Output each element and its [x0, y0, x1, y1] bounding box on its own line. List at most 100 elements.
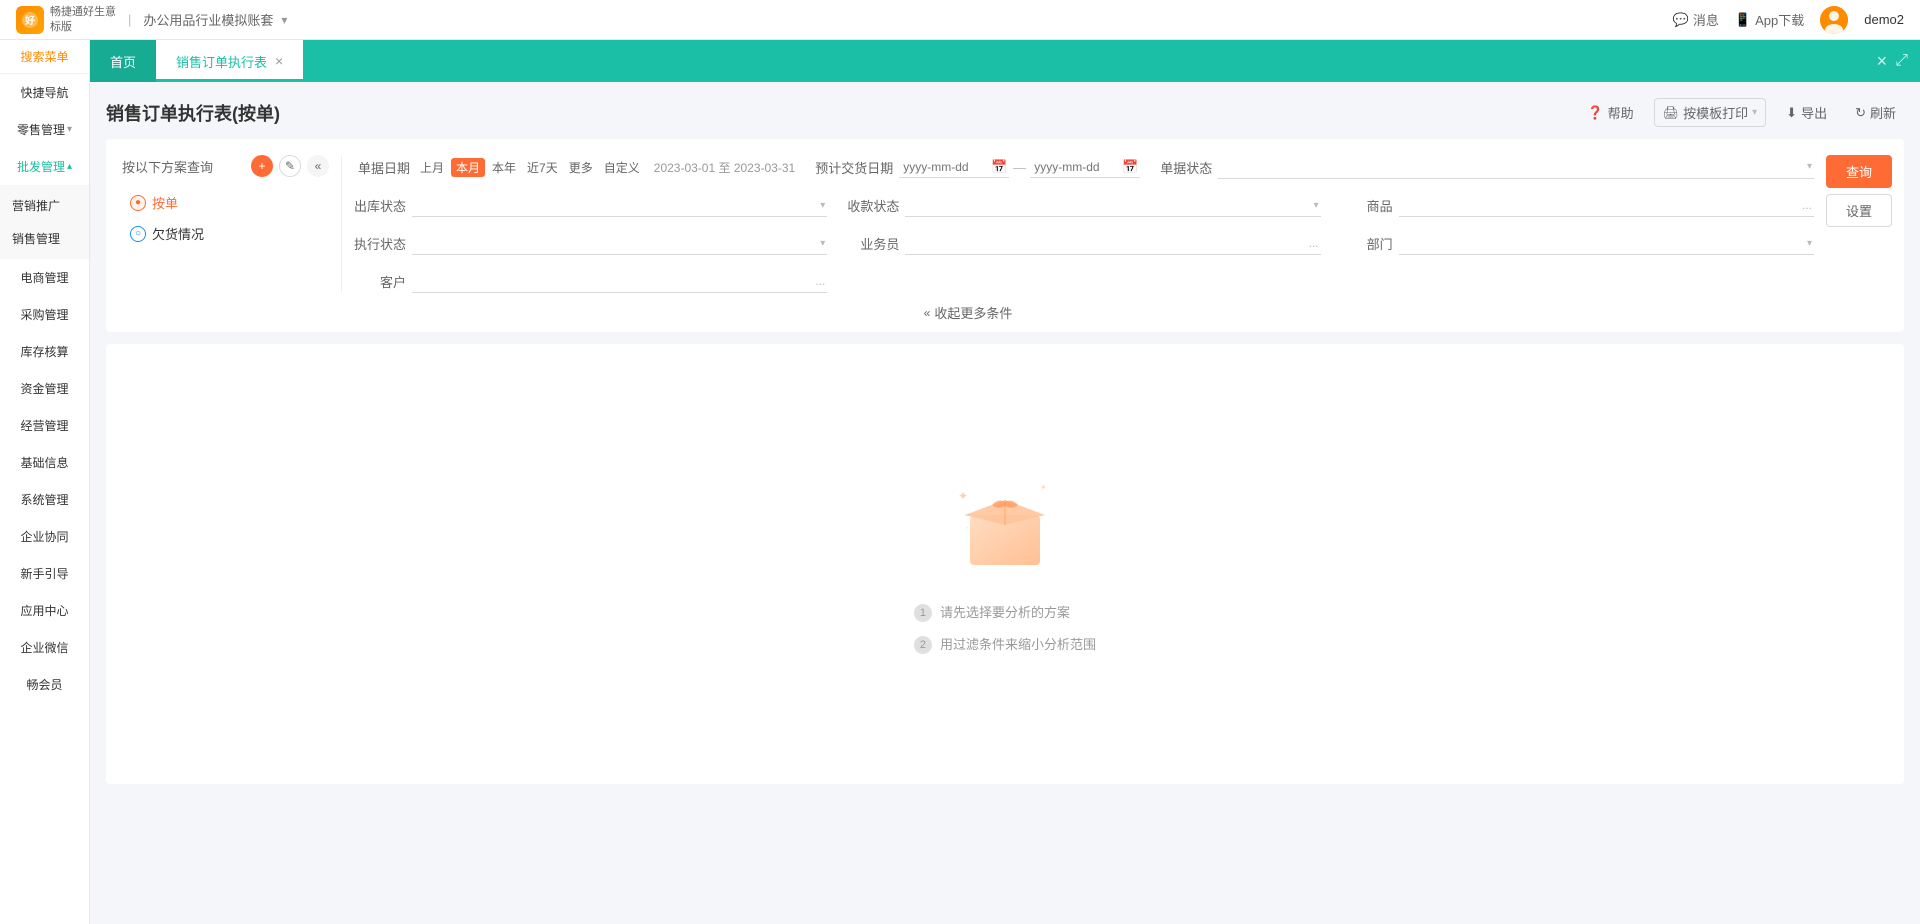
nav-option-shortage[interactable]: ○ 欠货情况: [122, 218, 329, 249]
payment-status-select[interactable]: [905, 193, 1320, 217]
app-title: 办公用品行业模拟账套: [143, 10, 273, 29]
sidebar-item-wechat[interactable]: 企业微信: [0, 629, 89, 666]
delivery-status-label: 出库状态: [354, 196, 406, 215]
sidebar-item-cooperation[interactable]: 企业协同: [0, 518, 89, 555]
exec-status-item: 执行状态 ▾: [354, 231, 827, 255]
order-icon: ●: [130, 195, 146, 211]
salesperson-item: 业务员 ...: [847, 231, 1320, 255]
goods-label: 商品: [1341, 196, 1393, 215]
quick-nav[interactable]: 快捷导航: [0, 74, 89, 111]
svg-text:✦: ✦: [958, 489, 968, 503]
search-menu[interactable]: 搜索菜单: [0, 40, 89, 74]
phone-icon: 📱: [1735, 12, 1751, 28]
empty-illustration: ✦ ✦ ⋆: [950, 470, 1060, 580]
date-tab-custom[interactable]: 自定义: [600, 158, 644, 177]
sidebar-item-appcenter[interactable]: 应用中心: [0, 592, 89, 629]
predict-to-cal-icon[interactable]: 📅: [1122, 159, 1138, 175]
sidebar-item-purchase[interactable]: 采购管理: [0, 296, 89, 333]
sidebar-item-inventory[interactable]: 库存核算: [0, 333, 89, 370]
sidebar-sub-marketing[interactable]: 营销推广: [0, 189, 89, 222]
delivery-status-select[interactable]: [412, 193, 827, 217]
wholesale-arrow: ▴: [67, 161, 72, 172]
logo-icon: 好: [16, 6, 44, 34]
delivery-status-item: 出库状态 ▾: [354, 193, 827, 217]
payment-status-label: 收款状态: [847, 196, 899, 215]
refresh-btn[interactable]: ↻ 刷新: [1847, 99, 1904, 126]
single-status-select[interactable]: [1218, 155, 1814, 178]
tab-sales-order[interactable]: 销售订单执行表 ×: [156, 40, 303, 82]
sidebar-sub-sales[interactable]: 销售管理: [0, 222, 89, 255]
date-tab-7days[interactable]: 近7天: [523, 158, 562, 177]
collapse-left-btn[interactable]: «: [307, 155, 329, 177]
predict-from-cal-icon[interactable]: 📅: [991, 159, 1007, 175]
edit-plan-btn[interactable]: ✎: [279, 155, 301, 177]
sidebar-item-wholesale[interactable]: 批发管理 ▴: [0, 148, 89, 185]
refresh-icon: ↻: [1855, 105, 1866, 121]
goods-more-icon[interactable]: ...: [1802, 198, 1812, 212]
customer-input[interactable]: [412, 269, 827, 293]
nav-option-by-order[interactable]: ● 按单: [122, 187, 329, 218]
export-btn[interactable]: ⬇ 导出: [1778, 99, 1835, 126]
collapse-icon: «: [924, 306, 931, 320]
message-btn[interactable]: 💬 消息: [1673, 10, 1719, 29]
export-icon: ⬇: [1786, 105, 1797, 121]
help-btn[interactable]: ❓ 帮助: [1579, 99, 1641, 126]
shortage-icon: ○: [130, 226, 146, 242]
tab-close-all-btn[interactable]: ×: [1877, 51, 1888, 72]
sidebar-item-member[interactable]: 畅会员: [0, 666, 89, 703]
salesperson-label: 业务员: [847, 234, 899, 253]
print-btn[interactable]: 🖨 按模板打印 ▾: [1654, 98, 1767, 127]
customer-item: 客户 ...: [354, 269, 827, 293]
collapse-bar[interactable]: « 收起更多条件: [122, 293, 1814, 332]
sidebar-item-ecommerce[interactable]: 电商管理: [0, 259, 89, 296]
goods-item: 商品 ...: [1341, 193, 1814, 217]
sidebar-item-retail[interactable]: 零售管理 ▾: [0, 111, 89, 148]
app-download-btn[interactable]: 📱 App下载: [1735, 10, 1804, 29]
user-name[interactable]: demo2: [1864, 12, 1904, 27]
sidebar-item-operation[interactable]: 经营管理: [0, 407, 89, 444]
page-title: 销售订单执行表(按单): [106, 100, 280, 126]
salesperson-more-icon[interactable]: ...: [1309, 236, 1319, 250]
retail-label: 零售管理: [17, 121, 65, 138]
empty-state: ✦ ✦ ⋆ 1 请先选择要分析的方案 2: [914, 390, 1096, 738]
wholesale-label: 批发管理: [17, 158, 65, 175]
date-range-text: 2023-03-01 至 2023-03-31: [654, 159, 795, 176]
svg-text:✦: ✦: [1040, 483, 1047, 492]
print-dropdown-icon: ▾: [1752, 107, 1757, 118]
sidebar-item-basic[interactable]: 基础信息: [0, 444, 89, 481]
svg-text:好: 好: [24, 14, 35, 27]
date-tab-lastmonth[interactable]: 上月: [416, 158, 448, 177]
page-actions: ❓ 帮助 🖨 按模板打印 ▾ ⬇ 导出 ↻: [1579, 98, 1904, 127]
salesperson-input[interactable]: [905, 231, 1320, 255]
sidebar-item-system[interactable]: 系统管理: [0, 481, 89, 518]
department-item: 部门 ▾: [1341, 231, 1814, 255]
customer-label: 客户: [354, 272, 406, 291]
department-select[interactable]: [1399, 231, 1814, 255]
tab-close-btn[interactable]: ×: [275, 53, 283, 69]
tip-num-2: 2: [914, 636, 932, 654]
date-tab-thismonth[interactable]: 本月: [451, 158, 485, 177]
settings-btn[interactable]: 设置: [1826, 194, 1892, 227]
date-tab-thisyear[interactable]: 本年: [488, 158, 520, 177]
sidebar-item-newbie[interactable]: 新手引导: [0, 555, 89, 592]
avatar[interactable]: [1820, 6, 1848, 34]
tab-home[interactable]: 首页: [90, 40, 156, 82]
goods-input[interactable]: [1399, 193, 1814, 217]
sidebar-item-finance[interactable]: 资金管理: [0, 370, 89, 407]
date-separator-1: —: [1013, 160, 1026, 175]
customer-more-icon[interactable]: ...: [815, 274, 825, 288]
message-icon: 💬: [1673, 12, 1689, 28]
query-btn[interactable]: 查询: [1826, 155, 1892, 188]
retail-arrow: ▾: [67, 124, 72, 135]
svg-text:⋆: ⋆: [965, 525, 969, 532]
payment-status-item: 收款状态 ▾: [847, 193, 1320, 217]
tab-expand-btn[interactable]: ⤢: [1895, 52, 1908, 70]
single-status-label: 单据状态: [1160, 158, 1212, 177]
date-tab-more[interactable]: 更多: [565, 158, 597, 177]
add-plan-btn[interactable]: +: [251, 155, 273, 177]
print-icon: 🖨: [1663, 105, 1680, 121]
exec-status-select[interactable]: [412, 231, 827, 255]
title-dropdown[interactable]: ▾: [281, 13, 287, 27]
exec-status-label: 执行状态: [354, 234, 406, 253]
logo-text: 畅捷通好生意 标版: [50, 5, 116, 34]
